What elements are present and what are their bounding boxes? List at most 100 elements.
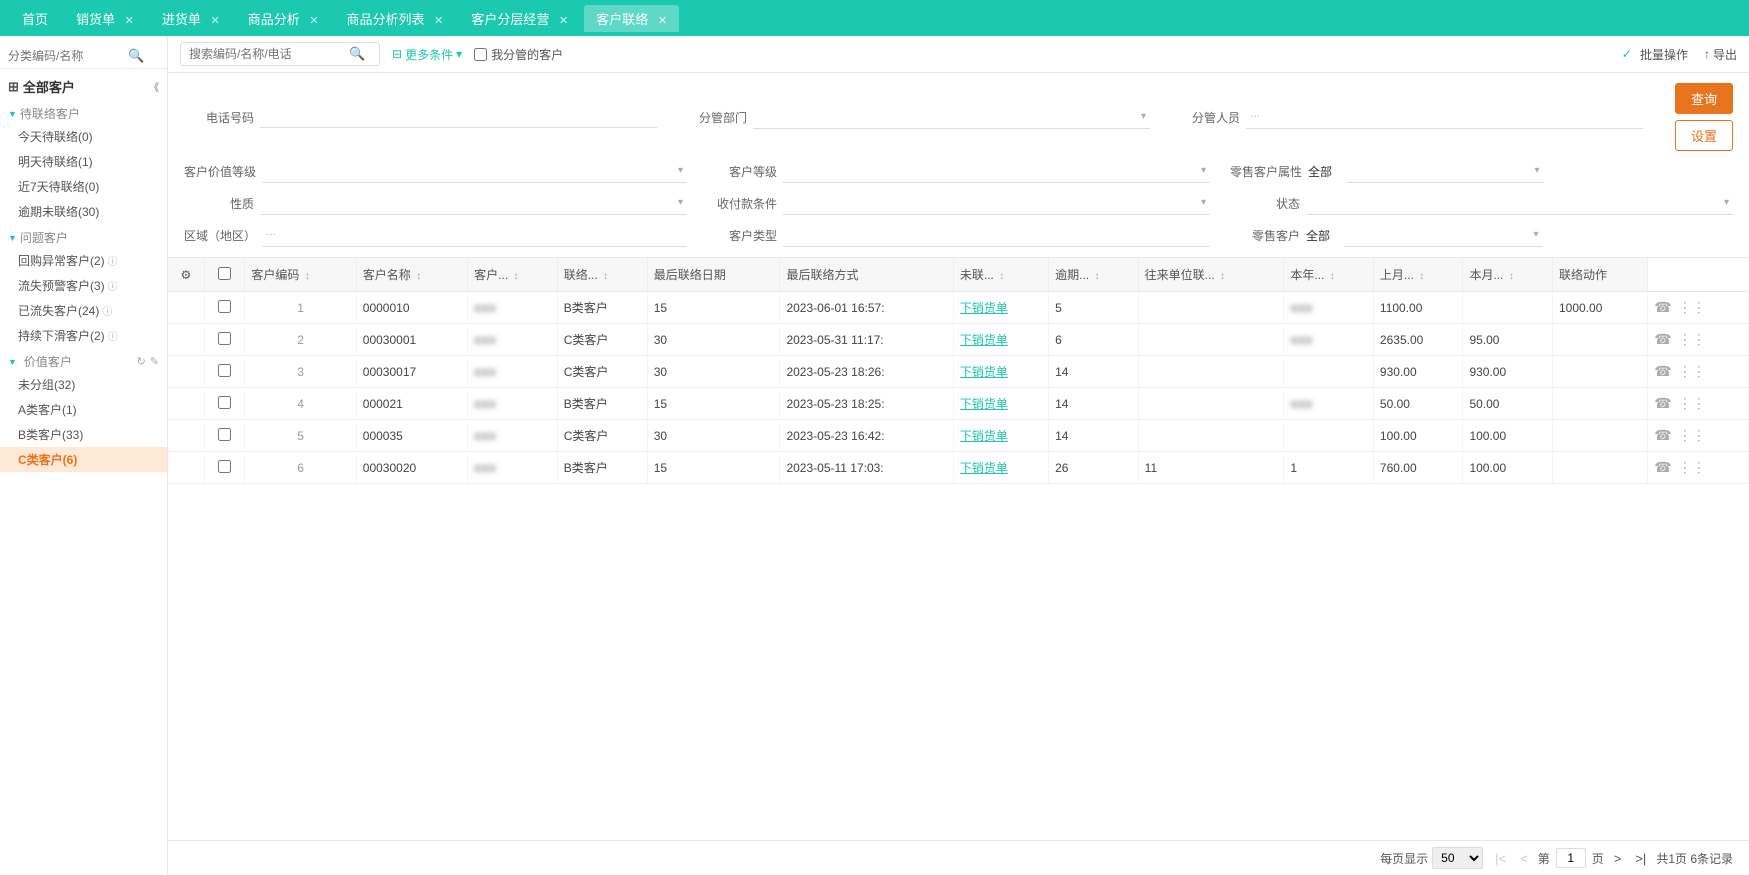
search-icon[interactable]: 🔍 (349, 46, 365, 62)
contact-method-link[interactable]: 下销货单 (960, 429, 1008, 443)
sort-icon[interactable]: ↕ (1094, 271, 1099, 282)
settings-button[interactable]: 设置 (1675, 120, 1733, 151)
contact-method-link[interactable]: 下销货单 (960, 333, 1008, 347)
first-page-btn[interactable]: |< (1491, 849, 1510, 868)
sort-icon[interactable]: ↕ (1330, 271, 1335, 282)
filter-phone-input[interactable] (260, 107, 657, 128)
col-checkbox[interactable] (204, 258, 245, 292)
sidebar-item-today-pending[interactable]: 今天待联络(0) (0, 124, 167, 149)
nav-purchase-order[interactable]: 进货单 ✕ (150, 5, 232, 32)
nav-sales-order[interactable]: 销货单 ✕ (64, 5, 146, 32)
contact-icon[interactable]: ☎ (1654, 331, 1671, 348)
next-page-btn[interactable]: > (1610, 849, 1626, 868)
more-icon[interactable]: ⋮⋮ (1678, 299, 1706, 316)
filter-value-level-select[interactable]: ▾ (262, 159, 687, 183)
sidebar-item-abnormal-repurchase[interactable]: 回购异常客户(2) ⓘ (0, 248, 167, 273)
more-icon[interactable]: ⋮⋮ (1678, 427, 1706, 444)
my-customers-check[interactable] (474, 48, 487, 61)
filter-dept-select[interactable]: ▾ (753, 105, 1150, 129)
row-checkbox-cell[interactable] (204, 356, 245, 388)
filter-region-select[interactable]: ··· (262, 223, 687, 247)
sidebar-item-overdue-pending[interactable]: 逾期未联络(30) (0, 199, 167, 224)
contact-method-link[interactable]: 下销货单 (960, 397, 1008, 411)
batch-ops-btn[interactable]: 批量操作 (1640, 46, 1688, 63)
sidebar-all-customers[interactable]: ⊞ 全部客户 《 (0, 73, 167, 100)
row-last-contact-method[interactable]: 下销货单 (953, 388, 1048, 420)
contact-icon[interactable]: ☎ (1654, 299, 1671, 316)
close-icon[interactable]: ✕ (309, 15, 318, 27)
sort-icon[interactable]: ↕ (514, 271, 519, 282)
sort-icon[interactable]: ↕ (1509, 271, 1514, 282)
nav-home[interactable]: 首页 (10, 5, 60, 32)
select-all-checkbox[interactable] (218, 267, 231, 280)
row-last-contact-method[interactable]: 下销货单 (953, 420, 1048, 452)
sidebar-item-b-class[interactable]: B类客户(33) (0, 422, 167, 447)
query-button[interactable]: 查询 (1675, 83, 1733, 114)
refresh-icon[interactable]: ↻ (137, 355, 146, 368)
contact-method-link[interactable]: 下销货单 (960, 365, 1008, 379)
row-last-contact-method[interactable]: 下销货单 (953, 324, 1048, 356)
close-icon[interactable]: ✕ (125, 15, 134, 27)
sidebar-item-ungrouped[interactable]: 未分组(32) (0, 372, 167, 397)
contact-method-link[interactable]: 下销货单 (960, 301, 1008, 315)
sidebar-item-tomorrow-pending[interactable]: 明天待联络(1) (0, 149, 167, 174)
row-checkbox[interactable] (218, 396, 231, 409)
filter-gender-select[interactable]: ▾ (260, 191, 687, 215)
nav-product-analysis-list[interactable]: 商品分析列表 ✕ (335, 5, 456, 32)
filter-status-select[interactable]: ▾ (1306, 191, 1733, 215)
filter-person-select[interactable]: ··· (1246, 105, 1643, 129)
sidebar-search-box[interactable]: 🔍 (0, 44, 167, 69)
nav-customer-layer[interactable]: 客户分层经营 ✕ (459, 5, 580, 32)
sort-icon[interactable]: ↕ (1220, 271, 1225, 282)
contact-icon[interactable]: ☎ (1654, 427, 1671, 444)
page-input[interactable] (1556, 848, 1586, 868)
contact-icon[interactable]: ☎ (1654, 395, 1671, 412)
export-btn[interactable]: ↑ 导出 (1704, 46, 1737, 63)
edit-icon[interactable]: ✎ (150, 355, 159, 368)
filter-payment-select[interactable]: ▾ (783, 191, 1210, 215)
close-icon[interactable]: ✕ (434, 15, 443, 27)
sidebar-item-7days-pending[interactable]: 近7天待联络(0) (0, 174, 167, 199)
row-checkbox[interactable] (218, 364, 231, 377)
filter-level-select[interactable]: ▾ (783, 159, 1210, 183)
search-input[interactable] (189, 47, 349, 61)
close-icon[interactable]: ✕ (658, 15, 667, 27)
filter-customer-type-select[interactable] (783, 223, 1210, 247)
nav-customer-contact[interactable]: 客户联络 ✕ (584, 5, 679, 32)
sort-icon[interactable]: ↕ (603, 271, 608, 282)
close-icon[interactable]: ✕ (559, 15, 568, 27)
contact-icon[interactable]: ☎ (1654, 363, 1671, 380)
row-checkbox-cell[interactable] (204, 388, 245, 420)
col-settings[interactable]: ⚙ (168, 258, 204, 292)
sidebar-item-churn-warning[interactable]: 流失预警客户(3) ⓘ (0, 273, 167, 298)
sort-icon[interactable]: ↕ (416, 271, 421, 282)
sidebar-search-input[interactable] (8, 49, 128, 63)
sort-icon[interactable]: ↕ (999, 271, 1004, 282)
my-customers-checkbox[interactable]: 我分管的客户 (474, 46, 563, 63)
row-checkbox[interactable] (218, 428, 231, 441)
row-last-contact-method[interactable]: 下销货单 (953, 356, 1048, 388)
row-checkbox-cell[interactable] (204, 420, 245, 452)
more-icon[interactable]: ⋮⋮ (1678, 395, 1706, 412)
contact-method-link[interactable]: 下销货单 (960, 461, 1008, 475)
more-filters-btn[interactable]: ⊟ 更多条件 ▾ (392, 46, 462, 63)
sidebar-item-c-class[interactable]: C类客户(6) (0, 447, 167, 472)
sidebar-item-churned[interactable]: 已流失客户(24) ⓘ (0, 298, 167, 323)
filter-retail-customer-select[interactable]: ▾ (1344, 223, 1542, 247)
row-last-contact-method[interactable]: 下销货单 (953, 292, 1048, 324)
sort-icon[interactable]: ↕ (305, 271, 310, 282)
nav-product-analysis[interactable]: 商品分析 ✕ (236, 5, 331, 32)
prev-page-btn[interactable]: < (1516, 849, 1532, 868)
row-checkbox[interactable] (218, 460, 231, 473)
row-checkbox-cell[interactable] (204, 324, 245, 356)
last-page-btn[interactable]: >| (1631, 849, 1650, 868)
more-icon[interactable]: ⋮⋮ (1678, 363, 1706, 380)
close-icon[interactable]: ✕ (210, 15, 219, 27)
more-icon[interactable]: ⋮⋮ (1678, 331, 1706, 348)
filter-retail-attr-select[interactable]: ▾ (1346, 159, 1543, 183)
row-checkbox[interactable] (218, 332, 231, 345)
sidebar-item-declining[interactable]: 持续下滑客户(2) ⓘ (0, 323, 167, 348)
row-last-contact-method[interactable]: 下销货单 (953, 452, 1048, 484)
row-checkbox[interactable] (218, 300, 231, 313)
row-checkbox-cell[interactable] (204, 452, 245, 484)
